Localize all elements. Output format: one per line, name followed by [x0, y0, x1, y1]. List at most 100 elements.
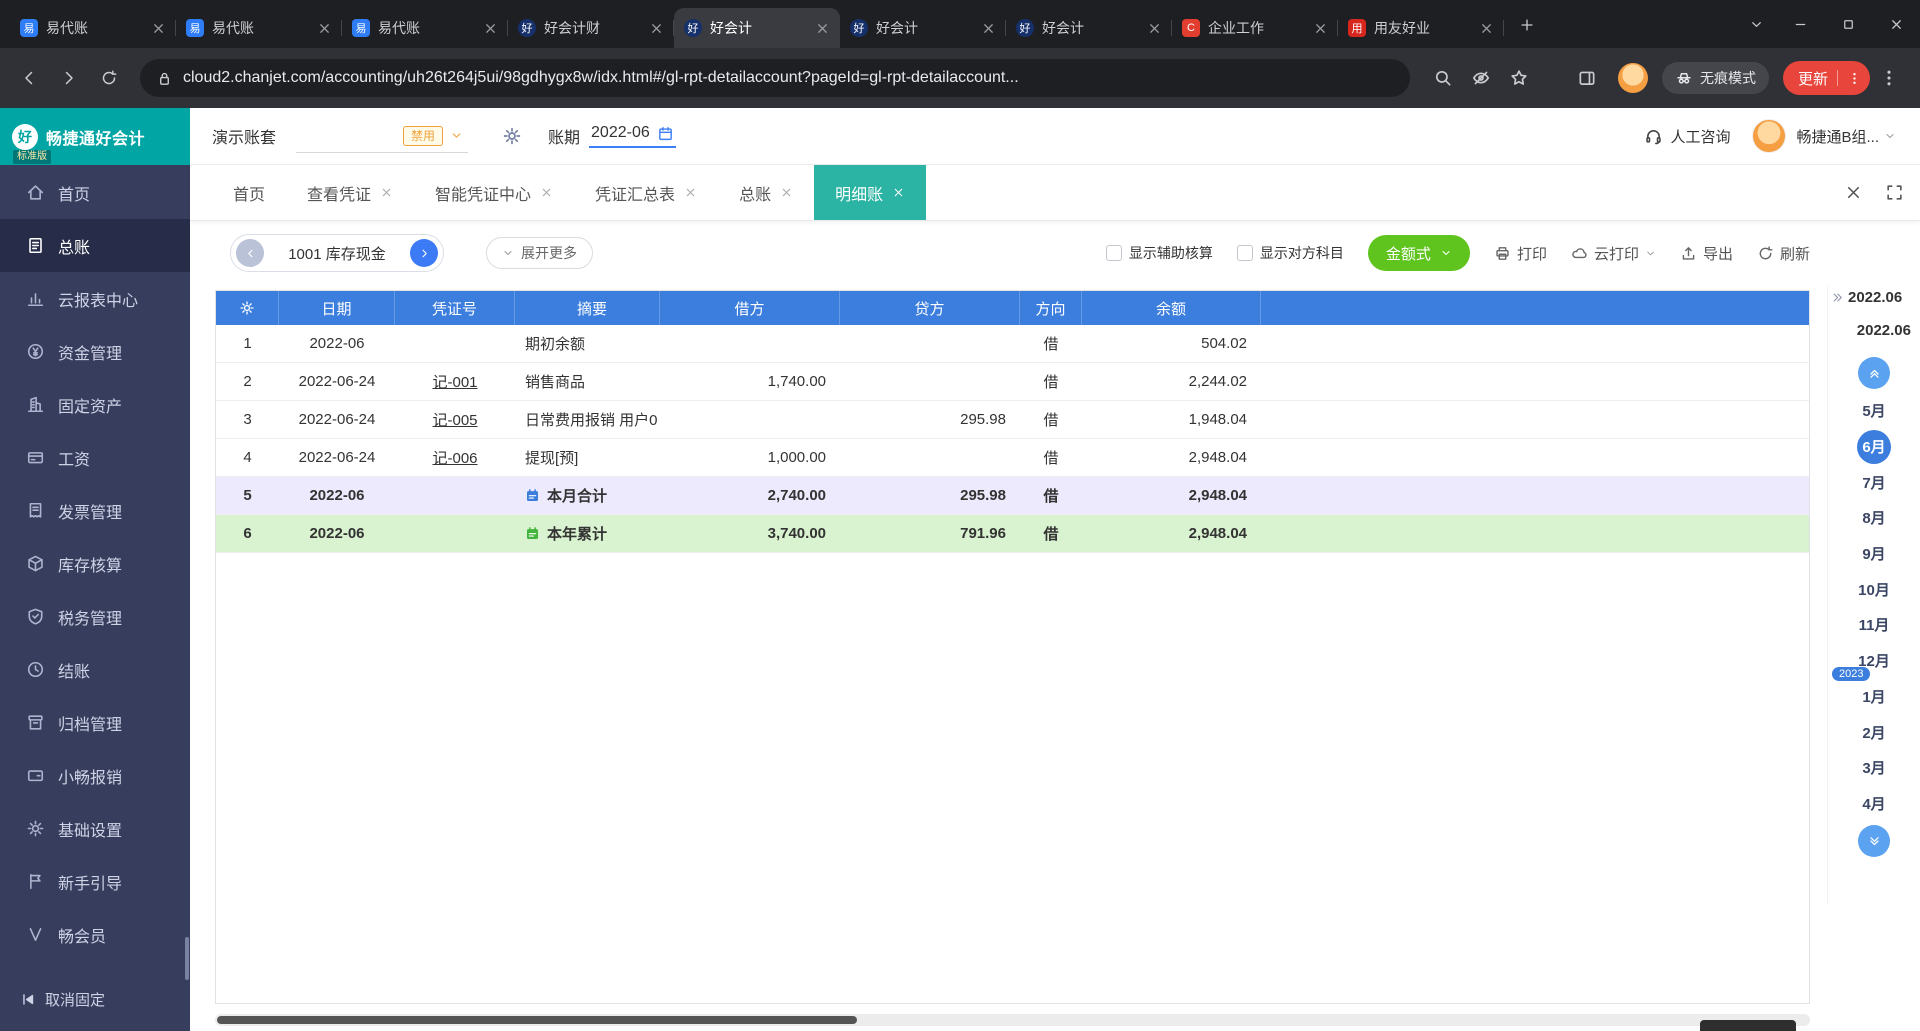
tab-close-icon[interactable]	[540, 186, 553, 199]
browser-tab[interactable]: 好好会计	[1006, 8, 1172, 48]
close-all-icon[interactable]	[1844, 183, 1863, 202]
prev-account-button[interactable]	[236, 239, 264, 267]
search-icon[interactable]	[1433, 68, 1453, 88]
bookmark-star-icon[interactable]	[1509, 68, 1529, 88]
browser-tab[interactable]: 好好会计财	[508, 8, 674, 48]
tab-close-icon[interactable]	[815, 21, 830, 36]
refresh-button[interactable]: 刷新	[1757, 243, 1810, 264]
timeline-month[interactable]: 4月	[1828, 786, 1920, 822]
timeline-month[interactable]: 6月	[1828, 429, 1920, 465]
timeline-scroll-up[interactable]	[1858, 357, 1890, 389]
page-tab[interactable]: 查看凭证	[286, 165, 414, 220]
show-counterpart-checkbox[interactable]: 显示对方科目	[1236, 243, 1344, 263]
tab-close-icon[interactable]	[151, 21, 166, 36]
next-account-button[interactable]	[410, 239, 438, 267]
account-set-select[interactable]: 禁用	[296, 119, 469, 153]
sidebar-item-reimburse[interactable]: 小畅报销	[0, 749, 190, 802]
timeline-month[interactable]: 11月	[1828, 607, 1920, 643]
table-row[interactable]: 5 2022-06 本月合计 2,740.00 295.98 借 2,948.04	[216, 477, 1809, 515]
kebab-icon[interactable]	[1847, 71, 1862, 86]
tab-close-icon[interactable]	[892, 186, 905, 199]
sidebar-item-guide[interactable]: 新手引导	[0, 855, 190, 908]
update-button[interactable]: 更新	[1782, 61, 1870, 95]
sidebar-item-tax[interactable]: 税务管理	[0, 590, 190, 643]
user-menu[interactable]: 畅捷通B组...	[1796, 126, 1896, 147]
browser-avatar[interactable]	[1617, 63, 1648, 93]
new-tab-button[interactable]	[1512, 10, 1542, 40]
sidebar-item-invoice[interactable]: 发票管理	[0, 484, 190, 537]
address-bar[interactable]: cloud2.chanjet.com/accounting/uh26t264j5…	[140, 59, 1410, 97]
table-row[interactable]: 1 2022-06 期初余额 借 504.02	[216, 325, 1809, 363]
horizontal-scrollbar[interactable]	[215, 1014, 1810, 1026]
table-row[interactable]: 4 2022-06-24 记-006 提现[预] 1,000.00 借 2,948.04	[216, 439, 1809, 477]
table-row[interactable]: 2 2022-06-24 记-001 销售商品 1,740.00 借 2,244.02	[216, 363, 1809, 401]
timeline-month[interactable]: 5月	[1828, 393, 1920, 429]
tab-close-icon[interactable]	[1313, 21, 1328, 36]
tab-close-icon[interactable]	[981, 21, 996, 36]
password-eye-icon[interactable]	[1471, 68, 1491, 88]
reload-button[interactable]	[92, 61, 126, 95]
voucher-link[interactable]: 记-005	[432, 409, 477, 430]
tab-close-icon[interactable]	[1147, 21, 1162, 36]
browser-tab[interactable]: 用用友好业	[1338, 8, 1504, 48]
timeline-month[interactable]: 10月	[1828, 571, 1920, 607]
support-button[interactable]: 人工咨询	[1644, 126, 1730, 147]
page-tab[interactable]: 首页	[212, 165, 286, 220]
tab-close-icon[interactable]	[317, 21, 332, 36]
scrollbar-thumb[interactable]	[217, 1016, 857, 1024]
voucher-link[interactable]: 记-006	[432, 447, 477, 468]
table-row[interactable]: 6 2022-06 本年累计 3,740.00 791.96 借 2,948.04	[216, 515, 1809, 553]
tab-close-icon[interactable]	[780, 186, 793, 199]
sidebar-item-settle[interactable]: 结账	[0, 643, 190, 696]
timeline-month[interactable]: 3月	[1828, 750, 1920, 786]
sidebar-item-chart[interactable]: 云报表中心	[0, 272, 190, 325]
browser-tab[interactable]: 易易代账	[176, 8, 342, 48]
sidebar-item-fund[interactable]: 资金管理	[0, 325, 190, 378]
sidebar-item-home[interactable]: 首页	[0, 166, 190, 219]
table-row[interactable]: 3 2022-06-24 记-005 日常费用报销 用户0 295.98 借 1,948.0…	[216, 401, 1809, 439]
fullscreen-icon[interactable]	[1885, 183, 1904, 202]
sidebar-item-ledger[interactable]: 总账	[0, 219, 190, 272]
expand-more-button[interactable]: 展开更多	[486, 237, 593, 269]
checkbox[interactable]	[1236, 245, 1253, 261]
browser-tab[interactable]: 好好会计	[840, 8, 1006, 48]
browser-tab[interactable]: 易易代账	[10, 8, 176, 48]
show-aux-checkbox[interactable]: 显示辅助核算	[1105, 243, 1213, 263]
unpin-button[interactable]: 取消固定	[20, 985, 105, 1013]
timeline-month[interactable]: 2月	[1828, 714, 1920, 750]
sidebar-scrollbar[interactable]	[185, 937, 189, 980]
sidebar-item-inventory[interactable]: 库存核算	[0, 537, 190, 590]
print-button[interactable]: 打印	[1494, 243, 1547, 264]
period-picker[interactable]: 2022-06	[589, 124, 676, 148]
column-header-settings[interactable]	[216, 291, 279, 325]
side-panel-icon[interactable]	[1577, 68, 1597, 88]
cloud-print-button[interactable]: 云打印	[1571, 243, 1656, 264]
page-tab[interactable]: 凭证汇总表	[574, 165, 718, 220]
sidebar-item-settings[interactable]: 基础设置	[0, 802, 190, 855]
timeline-month[interactable]: 8月	[1828, 500, 1920, 536]
sidebar-item-member[interactable]: 畅会员	[0, 908, 190, 961]
page-tab[interactable]: 总账	[718, 165, 814, 220]
account-selector[interactable]: 1001 库存现金	[230, 234, 444, 272]
gear-icon[interactable]	[502, 126, 522, 146]
timeline-month[interactable]: 1月	[1828, 679, 1920, 715]
tab-search-button[interactable]	[1736, 0, 1776, 48]
timeline-month[interactable]: 9月	[1828, 536, 1920, 572]
browser-tab[interactable]: 易易代账	[342, 8, 508, 48]
timeline-month[interactable]: 7月	[1828, 464, 1920, 500]
sidebar-item-asset[interactable]: 固定资产	[0, 378, 190, 431]
amount-style-button[interactable]: 金额式	[1367, 235, 1470, 271]
browser-menu-icon[interactable]	[1879, 68, 1899, 88]
user-avatar[interactable]	[1752, 119, 1787, 153]
checkbox[interactable]	[1105, 245, 1122, 261]
page-tab[interactable]: 智能凭证中心	[414, 165, 574, 220]
minimize-button[interactable]	[1776, 0, 1824, 48]
window-close-button[interactable]	[1872, 0, 1920, 48]
forward-button[interactable]	[52, 61, 86, 95]
export-button[interactable]: 导出	[1680, 243, 1733, 264]
maximize-button[interactable]	[1824, 0, 1872, 48]
sidebar-item-archive[interactable]: 归档管理	[0, 696, 190, 749]
tab-close-icon[interactable]	[649, 21, 664, 36]
sidebar-item-salary[interactable]: 工资	[0, 431, 190, 484]
tab-close-icon[interactable]	[1479, 21, 1494, 36]
